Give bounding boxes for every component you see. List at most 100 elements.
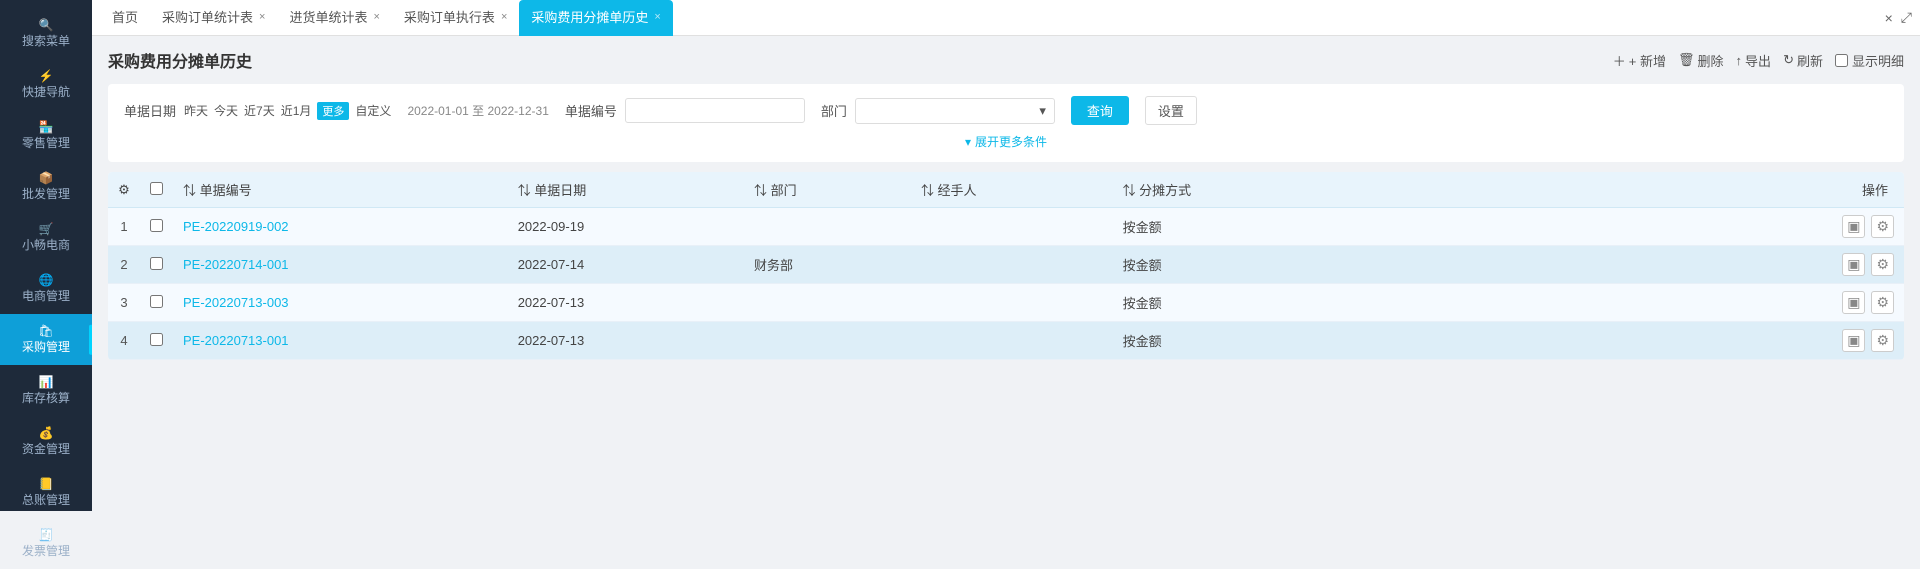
select-all-checkbox[interactable]: [150, 182, 163, 195]
query-button[interactable]: 查询: [1071, 96, 1129, 125]
show-detail-input[interactable]: [1835, 54, 1848, 67]
row-handler: [911, 284, 1113, 322]
sidebar-item-label: 小畅电商: [4, 236, 88, 253]
row-split-method: 按金额: [1113, 246, 1713, 284]
order-no-link[interactable]: PE-20220713-001: [183, 333, 289, 348]
sidebar-item-label: 采购管理: [4, 338, 88, 355]
tab-purchase-order-exec-close[interactable]: ×: [501, 11, 507, 23]
delete-button[interactable]: 🗑 删除: [1678, 51, 1724, 70]
more-action-icon[interactable]: ⚙: [1871, 291, 1894, 314]
order-no-label: 单据编号: [565, 101, 617, 120]
tab-close-all-icon[interactable]: ×: [1885, 10, 1893, 26]
view-action-icon[interactable]: ▣: [1842, 291, 1865, 314]
date-shortcut-7days[interactable]: 近7天: [244, 102, 275, 119]
row-checkbox[interactable]: [150, 295, 163, 308]
export-label: 导出: [1745, 51, 1771, 70]
row-handler: [911, 322, 1113, 360]
tab-purchase-cost-history[interactable]: 采购费用分摊单历史 ×: [519, 0, 672, 36]
row-num: 2: [108, 246, 140, 284]
data-table-container: ⚙ ⇅ 单据编号 ⇅ 单据日期 ⇅ 部门: [108, 172, 1904, 360]
row-num: 3: [108, 284, 140, 322]
th-handler: ⇅ 经手人: [911, 172, 1113, 208]
order-no-link[interactable]: PE-20220714-001: [183, 257, 289, 272]
tab-purchase-goods-stats-close[interactable]: ×: [373, 11, 379, 23]
row-split-method: 按金额: [1113, 208, 1713, 246]
table-row: 1 PE-20220919-002 2022-09-19 按金额 ▣ ⚙: [108, 208, 1904, 246]
tab-expand-icon[interactable]: ⤢: [1901, 9, 1912, 26]
th-gear: ⚙: [108, 172, 140, 208]
sidebar-item-wholesale[interactable]: 📦 批发管理: [0, 161, 92, 212]
tab-home-label: 首页: [112, 7, 138, 26]
row-order-no: PE-20220919-002: [173, 208, 508, 246]
sidebar-item-label: 快捷导航: [4, 83, 88, 100]
view-action-icon[interactable]: ▣: [1842, 329, 1865, 352]
export-button[interactable]: ↑ 导出: [1736, 51, 1772, 70]
chevron-down-icon: ▾: [965, 135, 971, 149]
date-shortcut-today[interactable]: 今天: [214, 102, 238, 119]
refresh-button[interactable]: ↻ 刷新: [1783, 51, 1823, 70]
table-body: 1 PE-20220919-002 2022-09-19 按金额 ▣ ⚙ 2: [108, 208, 1904, 360]
row-order-no: PE-20220713-003: [173, 284, 508, 322]
row-split-method: 按金额: [1113, 284, 1713, 322]
date-range-group: 2022-01-01 至 2022-12-31: [407, 102, 548, 119]
add-button[interactable]: ＋ + 新增: [1613, 51, 1666, 70]
sidebar-item-retail[interactable]: 🏪 零售管理: [0, 110, 92, 161]
sidebar-item-label: 零售管理: [4, 134, 88, 151]
delete-icon: 🗑: [1678, 52, 1695, 68]
sidebar-item-label: 电商管理: [4, 287, 88, 304]
expand-more-button[interactable]: ▾ 展开更多条件: [124, 133, 1888, 150]
main-area: 首页 采购订单统计表 × 进货单统计表 × 采购订单执行表 × 采购费用分摊单历…: [92, 0, 1920, 511]
tab-purchase-order-stats[interactable]: 采购订单统计表 ×: [150, 0, 277, 36]
date-shortcut-custom[interactable]: 自定义: [355, 102, 391, 119]
sidebar-item-label: 搜索菜单: [4, 32, 88, 49]
order-no-link[interactable]: PE-20220919-002: [183, 219, 289, 234]
sidebar-item-ecommerce-small[interactable]: 🛒 小畅电商: [0, 212, 92, 263]
date-filter-group: 单据日期 昨天 今天 近7天 近1月 更多 自定义: [124, 101, 391, 120]
table-row: 4 PE-20220713-001 2022-07-13 按金额 ▣ ⚙: [108, 322, 1904, 360]
row-handler: [911, 208, 1113, 246]
sidebar-item-ecommerce[interactable]: 🌐 电商管理: [0, 263, 92, 314]
sidebar-item-shortcut[interactable]: ⚡ 快捷导航: [0, 59, 92, 110]
tab-purchase-order-exec[interactable]: 采购订单执行表 ×: [392, 0, 519, 36]
table-header-row: ⚙ ⇅ 单据编号 ⇅ 单据日期 ⇅ 部门: [108, 172, 1904, 208]
row-checkbox[interactable]: [150, 333, 163, 346]
sidebar-item-ledger[interactable]: 📒 总账管理: [0, 467, 92, 518]
row-handler: [911, 246, 1113, 284]
more-action-icon[interactable]: ⚙: [1871, 215, 1894, 238]
tab-purchase-order-stats-close[interactable]: ×: [259, 11, 265, 23]
order-no-link[interactable]: PE-20220713-003: [183, 295, 289, 310]
page-content: 采购费用分摊单历史 ＋ + 新增 🗑 删除 ↑ 导出 ↻ 刷新: [92, 36, 1920, 511]
show-detail-checkbox[interactable]: 显示明细: [1835, 51, 1904, 70]
date-range-text: 2022-01-01 至 2022-12-31: [407, 102, 548, 119]
row-checkbox[interactable]: [150, 257, 163, 270]
data-table: ⚙ ⇅ 单据编号 ⇅ 单据日期 ⇅ 部门: [108, 172, 1904, 360]
view-action-icon[interactable]: ▣: [1842, 215, 1865, 238]
tab-home[interactable]: 首页: [100, 0, 150, 36]
order-no-input[interactable]: [625, 98, 805, 123]
more-action-icon[interactable]: ⚙: [1871, 253, 1894, 276]
tab-purchase-cost-history-close[interactable]: ×: [654, 11, 660, 23]
row-checkbox-cell: [140, 284, 173, 322]
sidebar-item-finance[interactable]: 💰 资金管理: [0, 416, 92, 467]
expand-more-label: 展开更多条件: [975, 133, 1047, 150]
view-action-icon[interactable]: ▣: [1842, 253, 1865, 276]
date-shortcut-yesterday[interactable]: 昨天: [184, 102, 208, 119]
row-checkbox[interactable]: [150, 219, 163, 232]
wholesale-icon: 📦: [4, 171, 88, 185]
tab-purchase-goods-stats[interactable]: 进货单统计表 ×: [277, 0, 391, 36]
sidebar-item-invoice[interactable]: 🧾 发票管理: [0, 518, 92, 569]
sidebar-item-label: 库存核算: [4, 389, 88, 406]
date-shortcut-1month[interactable]: 近1月: [281, 102, 312, 119]
tab-purchase-order-exec-label: 采购订单执行表: [404, 7, 495, 26]
gear-icon[interactable]: ⚙: [118, 182, 130, 197]
sidebar-item-purchase[interactable]: 🛍 采购管理: [0, 314, 92, 365]
th-split-method: ⇅ 分摊方式: [1113, 172, 1713, 208]
dept-select[interactable]: ▾: [855, 98, 1055, 124]
sidebar-item-inventory[interactable]: 📊 库存核算: [0, 365, 92, 416]
setting-button[interactable]: 设置: [1145, 96, 1197, 125]
more-action-icon[interactable]: ⚙: [1871, 329, 1894, 352]
sidebar-item-search[interactable]: 🔍 搜索菜单: [0, 8, 92, 59]
date-shortcut-more[interactable]: 更多: [317, 102, 349, 120]
handler-col-label: ⇅ 经手人: [921, 183, 977, 198]
sidebar-item-label: 资金管理: [4, 440, 88, 457]
